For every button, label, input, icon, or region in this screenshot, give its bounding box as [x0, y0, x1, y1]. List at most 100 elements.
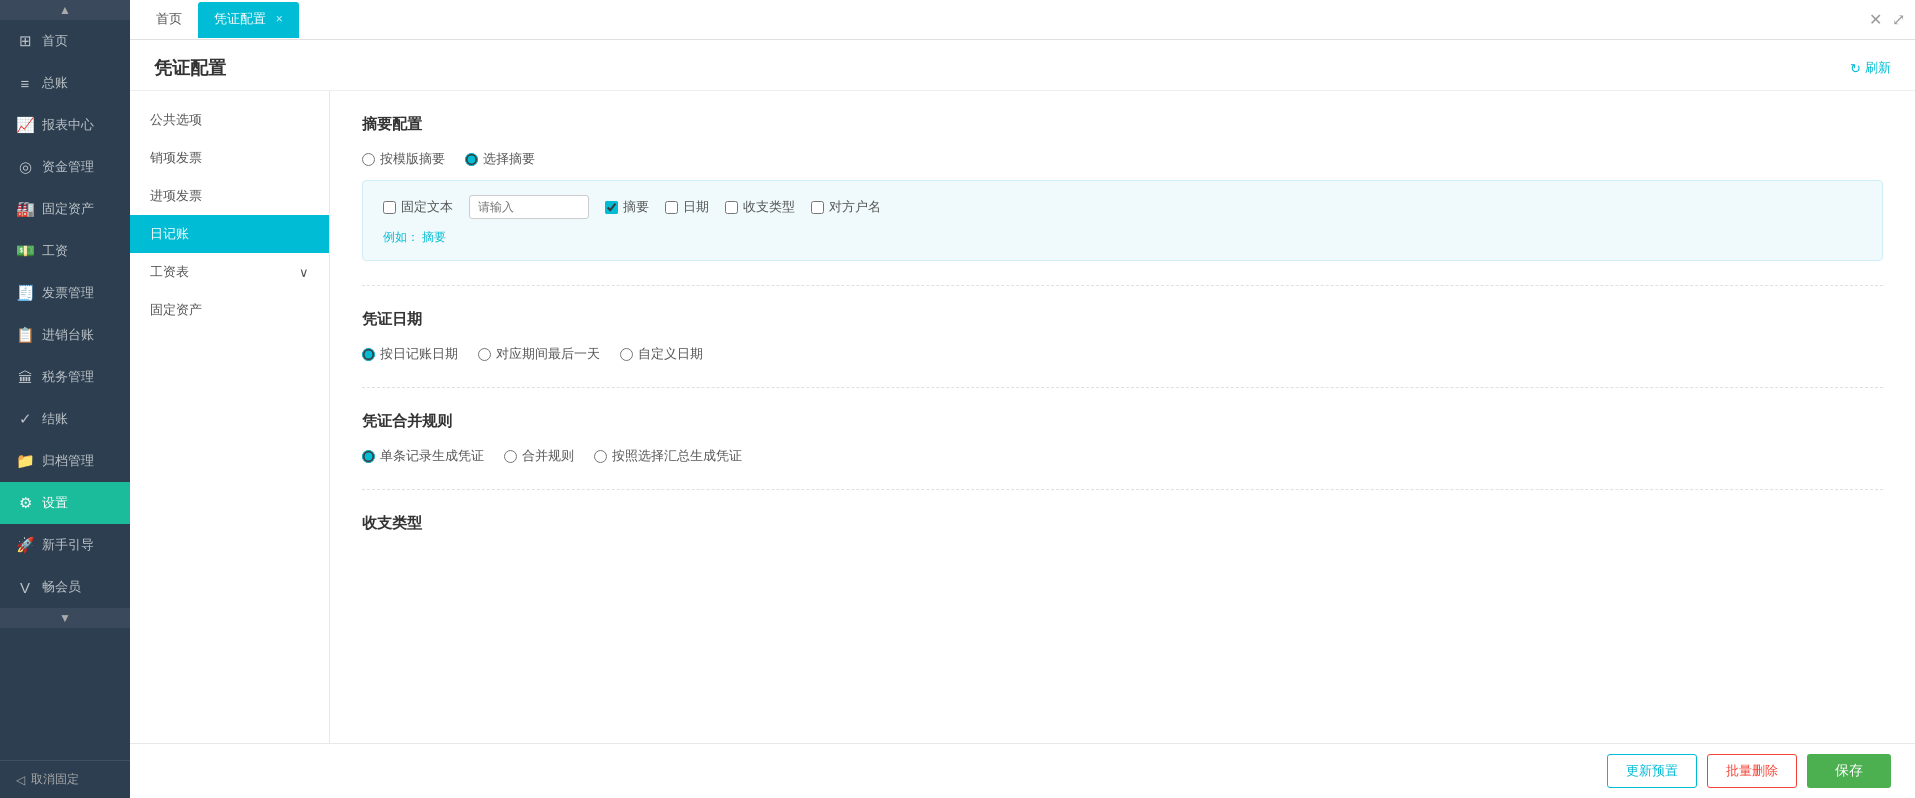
settings-icon: ⚙	[16, 494, 34, 512]
summary-config-box: 固定文本 摘要 日期	[362, 180, 1883, 261]
save-button[interactable]: 保存	[1807, 754, 1891, 788]
chevron-down-icon: ∨	[299, 265, 309, 280]
assets-icon: 🏭	[16, 200, 34, 218]
sidebar-item-archive[interactable]: 📁 归档管理	[0, 440, 130, 482]
summary-radio-group: 按模版摘要 选择摘要	[362, 150, 1883, 168]
fixed-text-input[interactable]	[469, 195, 589, 219]
sidebar-item-label: 畅会员	[42, 578, 81, 596]
close-accounts-icon: ✓	[16, 410, 34, 428]
tab-bar-icons: ✕ ⤢	[1869, 10, 1905, 29]
radio-journal-date[interactable]: 按日记账日期	[362, 345, 458, 363]
sidebar-item-invoice[interactable]: 🧾 发票管理	[0, 272, 130, 314]
sidebar-item-reports[interactable]: 📈 报表中心	[0, 104, 130, 146]
sidebar-item-label: 固定资产	[42, 200, 94, 218]
radio-aggregate-generate[interactable]: 按照选择汇总生成凭证	[594, 447, 742, 465]
body-split: 公共选项 销项发票 进项发票 日记账 工资表 ∨ 固定资产	[130, 91, 1915, 743]
checkbox-date[interactable]: 日期	[665, 198, 709, 216]
left-nav-item-public[interactable]: 公共选项	[130, 101, 329, 139]
refresh-icon: ↻	[1850, 61, 1861, 76]
pin-icon: ◁	[16, 773, 25, 787]
sidebar-item-member[interactable]: V 畅会员	[0, 566, 130, 608]
sidebar-item-label: 归档管理	[42, 452, 94, 470]
left-nav-item-fixed-assets[interactable]: 固定资产	[130, 291, 329, 329]
checkbox-counterpart-name[interactable]: 对方户名	[811, 198, 881, 216]
radio-custom-date[interactable]: 自定义日期	[620, 345, 703, 363]
sidebar-item-label: 发票管理	[42, 284, 94, 302]
sidebar-bottom-label: 取消固定	[31, 771, 79, 788]
sidebar-item-sales[interactable]: 📋 进销台账	[0, 314, 130, 356]
guide-icon: 🚀	[16, 536, 34, 554]
sales-icon: 📋	[16, 326, 34, 344]
left-nav-item-sales-invoice[interactable]: 销项发票	[130, 139, 329, 177]
sidebar-item-label: 设置	[42, 494, 68, 512]
tab-voucher-config[interactable]: 凭证配置 ×	[198, 2, 299, 38]
sidebar-item-label: 新手引导	[42, 536, 94, 554]
salary-icon: 💵	[16, 242, 34, 260]
section-summary: 摘要配置 按模版摘要 选择摘要	[362, 115, 1883, 286]
tab-home[interactable]: 首页	[140, 2, 198, 38]
archive-icon: 📁	[16, 452, 34, 470]
date-radio-group: 按日记账日期 对应期间最后一天 自定义日期	[362, 345, 1883, 363]
content-wrapper: 凭证配置 ↻ 刷新 公共选项 销项发票 进项发票 日记账	[130, 40, 1915, 798]
section-date: 凭证日期 按日记账日期 对应期间最后一天 自定义日期	[362, 310, 1883, 388]
refresh-label: 刷新	[1865, 59, 1891, 77]
merge-radio-group: 单条记录生成凭证 合并规则 按照选择汇总生成凭证	[362, 447, 1883, 465]
radio-period-last-day[interactable]: 对应期间最后一天	[478, 345, 600, 363]
window-expand-icon[interactable]: ⤢	[1892, 10, 1905, 29]
sidebar: ▲ ⊞ 首页 ≡ 总账 📈 报表中心 ◎ 资金管理 🏭 固定资产 💵 工资 🧾 …	[0, 0, 130, 798]
sidebar-item-label: 总账	[42, 74, 68, 92]
sidebar-item-funds[interactable]: ◎ 资金管理	[0, 146, 130, 188]
left-nav-item-journal[interactable]: 日记账	[130, 215, 329, 253]
radio-select-summary[interactable]: 选择摘要	[465, 150, 535, 168]
sidebar-item-assets[interactable]: 🏭 固定资产	[0, 188, 130, 230]
merge-section-title: 凭证合并规则	[362, 412, 1883, 431]
page-title: 凭证配置	[154, 56, 226, 80]
sidebar-item-guide[interactable]: 🚀 新手引导	[0, 524, 130, 566]
sidebar-item-settings[interactable]: ⚙ 设置	[0, 482, 130, 524]
bottom-bar: 更新预置 批量删除 保存	[130, 743, 1915, 798]
tax-icon: 🏛	[16, 369, 34, 386]
sidebar-item-home[interactable]: ⊞ 首页	[0, 20, 130, 62]
checkbox-fixed-text[interactable]: 固定文本	[383, 198, 453, 216]
summary-section-title: 摘要配置	[362, 115, 1883, 134]
sidebar-item-label: 工资	[42, 242, 68, 260]
left-nav: 公共选项 销项发票 进项发票 日记账 工资表 ∨ 固定资产	[130, 91, 330, 743]
sidebar-scroll-up[interactable]: ▲	[0, 0, 130, 20]
window-close-icon[interactable]: ✕	[1869, 10, 1882, 29]
summary-example-value: 摘要	[422, 230, 446, 244]
sidebar-item-tax[interactable]: 🏛 税务管理	[0, 356, 130, 398]
home-icon: ⊞	[16, 32, 34, 50]
tab-close-icon[interactable]: ×	[276, 12, 283, 26]
sidebar-item-ledger[interactable]: ≡ 总账	[0, 62, 130, 104]
income-type-section-title: 收支类型	[362, 514, 1883, 533]
sidebar-item-label: 进销台账	[42, 326, 94, 344]
radio-template-summary[interactable]: 按模版摘要	[362, 150, 445, 168]
sidebar-item-label: 首页	[42, 32, 68, 50]
sidebar-item-label: 报表中心	[42, 116, 94, 134]
left-nav-item-payroll[interactable]: 工资表 ∨	[130, 253, 329, 291]
right-content: 摘要配置 按模版摘要 选择摘要	[330, 91, 1915, 743]
sidebar-scroll-down[interactable]: ▼	[0, 608, 130, 628]
sidebar-item-label: 结账	[42, 410, 68, 428]
radio-single-record[interactable]: 单条记录生成凭证	[362, 447, 484, 465]
checkbox-income-type[interactable]: 收支类型	[725, 198, 795, 216]
sidebar-item-close[interactable]: ✓ 结账	[0, 398, 130, 440]
main-area: 首页 凭证配置 × ✕ ⤢ 凭证配置 ↻ 刷新 公共选项	[130, 0, 1915, 798]
sidebar-unpin-button[interactable]: ◁ 取消固定	[0, 760, 130, 798]
left-nav-item-purchase-invoice[interactable]: 进项发票	[130, 177, 329, 215]
date-section-title: 凭证日期	[362, 310, 1883, 329]
sidebar-item-salary[interactable]: 💵 工资	[0, 230, 130, 272]
refresh-button[interactable]: ↻ 刷新	[1850, 59, 1891, 77]
funds-icon: ◎	[16, 158, 34, 176]
checkbox-abstract[interactable]: 摘要	[605, 198, 649, 216]
sidebar-item-label: 税务管理	[42, 368, 94, 386]
radio-merge-rule[interactable]: 合并规则	[504, 447, 574, 465]
summary-example: 例如： 摘要	[383, 229, 1862, 246]
member-icon: V	[16, 579, 34, 596]
reports-icon: 📈	[16, 116, 34, 134]
page-header: 凭证配置 ↻ 刷新	[130, 40, 1915, 91]
batch-delete-button[interactable]: 批量删除	[1707, 754, 1797, 788]
summary-config-row: 固定文本 摘要 日期	[383, 195, 1862, 219]
update-preview-button[interactable]: 更新预置	[1607, 754, 1697, 788]
ledger-icon: ≡	[16, 75, 34, 92]
